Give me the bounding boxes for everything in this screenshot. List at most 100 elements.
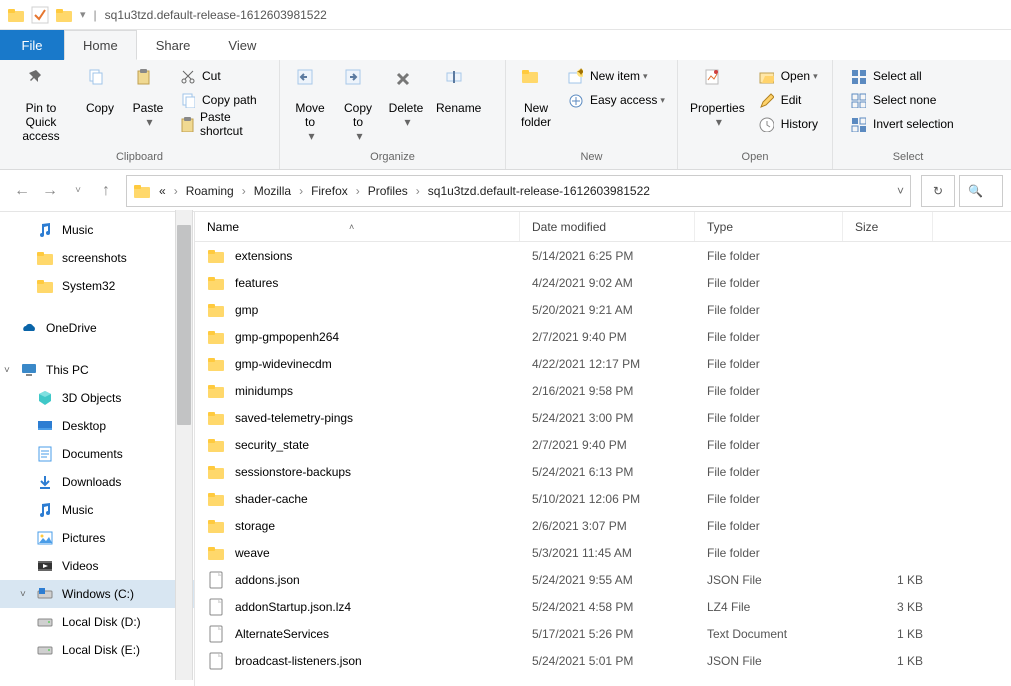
file-name: gmp-gmpopenh264	[235, 330, 339, 344]
sidebar-item[interactable]: System32	[0, 272, 194, 300]
file-row[interactable]: extensions5/14/2021 6:25 PMFile folder	[195, 242, 1011, 269]
qat-overflow-icon[interactable]: ▾	[80, 8, 86, 21]
file-row[interactable]: storage2/6/2021 3:07 PMFile folder	[195, 512, 1011, 539]
file-type: LZ4 File	[695, 600, 843, 614]
paste-button[interactable]: Paste▾	[124, 62, 172, 133]
file-type: JSON File	[695, 573, 843, 587]
tab-home[interactable]: Home	[64, 30, 137, 60]
search-box[interactable]: 🔍	[959, 175, 1003, 207]
properties-button[interactable]: Properties▾	[684, 62, 751, 133]
group-clipboard-label: Clipboard	[6, 151, 273, 169]
file-name: AlternateServices	[235, 627, 329, 641]
column-date[interactable]: Date modified	[520, 212, 695, 241]
open-button[interactable]: Open▾	[751, 64, 824, 88]
copy-button[interactable]: Copy	[76, 62, 124, 119]
disk-icon	[36, 613, 54, 631]
sidebar-item[interactable]: Documents	[0, 440, 194, 468]
sidebar-item[interactable]: Videos	[0, 552, 194, 580]
new-item-button[interactable]: New item▾	[560, 64, 671, 88]
back-button[interactable]: ←	[8, 177, 36, 205]
breadcrumb-item[interactable]: Firefox	[309, 184, 350, 198]
sidebar-item[interactable]: Music	[0, 216, 194, 244]
expand-icon[interactable]: ˅	[4, 365, 10, 376]
file-row[interactable]: addons.json5/24/2021 9:55 AMJSON File1 K…	[195, 566, 1011, 593]
sidebar-item[interactable]: screenshots	[0, 244, 194, 272]
sidebar-item[interactable]: 3D Objects	[0, 384, 194, 412]
copy-to-button[interactable]: Copy to▾	[334, 62, 382, 147]
file-type: JSON File	[695, 654, 843, 668]
disk-icon	[36, 585, 54, 603]
file-type: File folder	[695, 519, 843, 533]
delete-button[interactable]: Delete▾	[382, 62, 430, 133]
invert-selection-button[interactable]: Invert selection	[843, 112, 960, 136]
history-button[interactable]: History	[751, 112, 824, 136]
pin-quick-access-button[interactable]: Pin to Quick access	[6, 62, 76, 147]
folder-icon	[36, 249, 54, 267]
breadcrumb-item[interactable]: Roaming	[184, 184, 236, 198]
sidebar-item[interactable]: Desktop	[0, 412, 194, 440]
edit-button[interactable]: Edit	[751, 88, 824, 112]
sidebar-item[interactable]: Local Disk (D:)	[0, 608, 194, 636]
file-row[interactable]: addonStartup.json.lz45/24/2021 4:58 PMLZ…	[195, 593, 1011, 620]
sidebar-item-label: Local Disk (E:)	[62, 643, 140, 657]
sidebar-scrollbar[interactable]	[175, 210, 193, 680]
sidebar-item[interactable]: Local Disk (E:)	[0, 636, 194, 664]
new-folder-button[interactable]: New folder	[512, 62, 560, 133]
sidebar-item[interactable]: Pictures	[0, 524, 194, 552]
sidebar-item[interactable]: Music	[0, 496, 194, 524]
sidebar-item[interactable]: ˅This PC	[0, 356, 194, 384]
file-row[interactable]: gmp5/20/2021 9:21 AMFile folder	[195, 296, 1011, 323]
file-row[interactable]: broadcast-listeners.json5/24/2021 5:01 P…	[195, 647, 1011, 674]
select-all-button[interactable]: Select all	[843, 64, 960, 88]
file-row[interactable]: shader-cache5/10/2021 12:06 PMFile folde…	[195, 485, 1011, 512]
file-row[interactable]: weave5/3/2021 11:45 AMFile folder	[195, 539, 1011, 566]
file-row[interactable]: gmp-widevinecdm4/22/2021 12:17 PMFile fo…	[195, 350, 1011, 377]
paste-shortcut-button[interactable]: Paste shortcut	[172, 112, 273, 136]
sidebar-item-label: Windows (C:)	[62, 587, 134, 601]
file-row[interactable]: sessionstore-backups5/24/2021 6:13 PMFil…	[195, 458, 1011, 485]
file-list[interactable]: extensions5/14/2021 6:25 PMFile folderfe…	[195, 242, 1011, 686]
refresh-button[interactable]: ↻	[921, 175, 955, 207]
navigation-pane[interactable]: MusicscreenshotsSystem32OneDrive˅This PC…	[0, 212, 195, 686]
sidebar-item[interactable]: Downloads	[0, 468, 194, 496]
file-row[interactable]: security_state2/7/2021 9:40 PMFile folde…	[195, 431, 1011, 458]
file-name: sessionstore-backups	[235, 465, 351, 479]
file-row[interactable]: gmp-gmpopenh2642/7/2021 9:40 PMFile fold…	[195, 323, 1011, 350]
breadcrumb-overflow[interactable]: «	[157, 184, 168, 198]
sidebar-item-label: 3D Objects	[62, 391, 121, 405]
address-bar[interactable]: « ›Roaming›Mozilla›Firefox›Profiles›sq1u…	[126, 175, 911, 207]
file-date: 2/7/2021 9:40 PM	[520, 330, 695, 344]
cut-button[interactable]: Cut	[172, 64, 273, 88]
column-name[interactable]: Name˄	[195, 212, 520, 241]
column-size[interactable]: Size	[843, 212, 933, 241]
rename-button[interactable]: Rename	[430, 62, 487, 119]
file-type: File folder	[695, 249, 843, 263]
sidebar-item[interactable]: OneDrive	[0, 314, 194, 342]
breadcrumb-item[interactable]: Profiles	[366, 184, 410, 198]
easy-access-button[interactable]: Easy access▾	[560, 88, 671, 112]
address-dropdown-icon[interactable]: ˅	[897, 184, 904, 198]
expand-icon[interactable]: ˅	[20, 589, 26, 600]
sidebar-item-label: Videos	[62, 559, 98, 573]
file-row[interactable]: saved-telemetry-pings5/24/2021 3:00 PMFi…	[195, 404, 1011, 431]
file-name: shader-cache	[235, 492, 308, 506]
forward-button[interactable]: →	[36, 177, 64, 205]
tab-share[interactable]: Share	[137, 30, 210, 60]
breadcrumb-item[interactable]: sq1u3tzd.default-release-1612603981522	[426, 184, 652, 198]
file-row[interactable]: AlternateServices5/17/2021 5:26 PMText D…	[195, 620, 1011, 647]
up-button[interactable]: ↑	[92, 177, 120, 205]
recent-dropdown[interactable]: ˅	[64, 177, 92, 205]
breadcrumb-item[interactable]: Mozilla	[252, 184, 293, 198]
qat-checkbox-icon[interactable]	[31, 6, 49, 24]
move-to-button[interactable]: Move to▾	[286, 62, 334, 147]
column-type[interactable]: Type	[695, 212, 843, 241]
sidebar-item[interactable]: ˅ Windows (C:)	[0, 580, 194, 608]
tab-file[interactable]: File	[0, 30, 64, 60]
select-none-button[interactable]: Select none	[843, 88, 960, 112]
file-name: addons.json	[235, 573, 300, 587]
tab-view[interactable]: View	[209, 30, 275, 60]
copy-path-button[interactable]: Copy path	[172, 88, 273, 112]
file-row[interactable]: features4/24/2021 9:02 AMFile folder	[195, 269, 1011, 296]
file-row[interactable]: minidumps2/16/2021 9:58 PMFile folder	[195, 377, 1011, 404]
group-open-label: Open	[684, 151, 826, 169]
